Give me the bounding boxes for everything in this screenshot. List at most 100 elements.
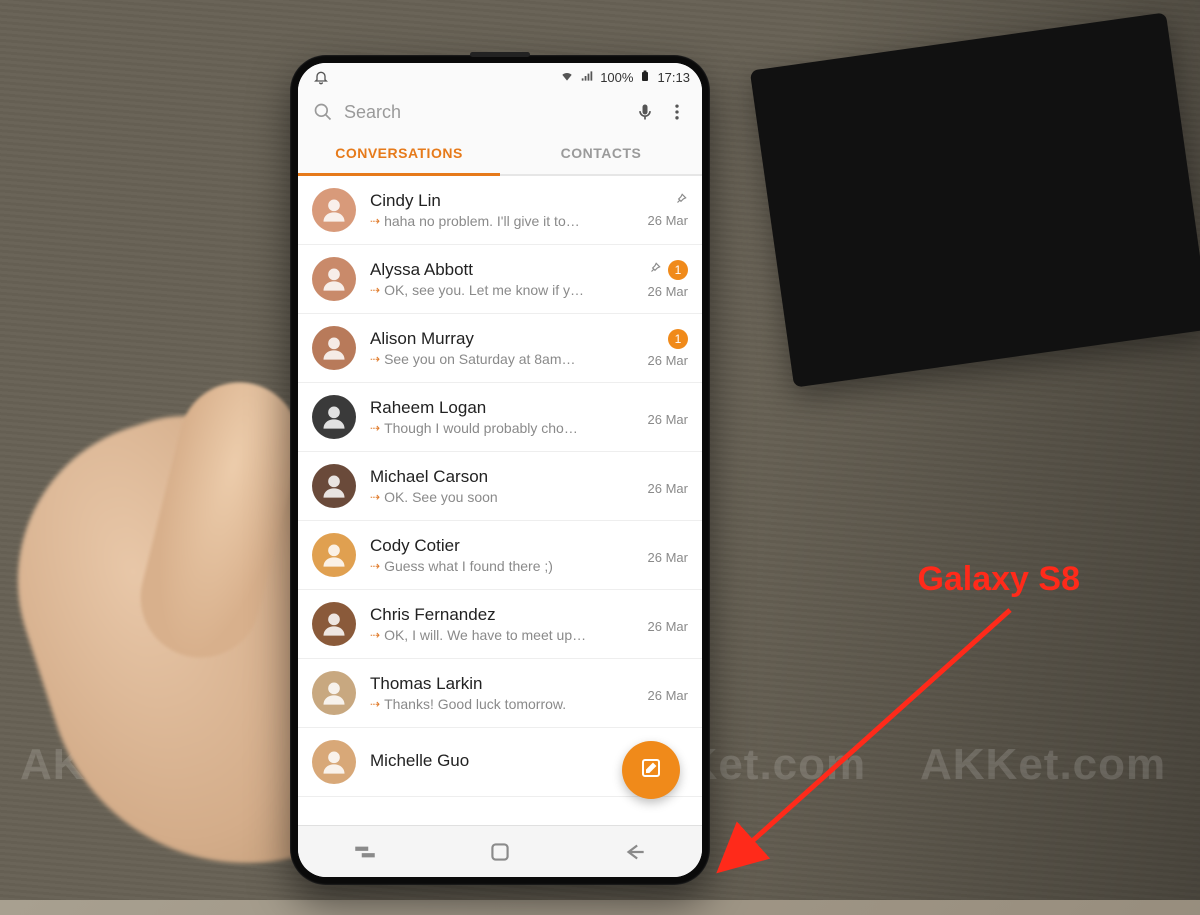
outgoing-message-icon: ⇢ — [370, 628, 380, 642]
avatar — [312, 395, 356, 439]
outgoing-message-icon: ⇢ — [370, 697, 380, 711]
avatar — [312, 533, 356, 577]
conversation-meta: 1 26 Mar — [630, 329, 688, 368]
message-date: 26 Mar — [648, 688, 688, 703]
message-preview-text: Thanks! Good luck tomorrow. — [384, 696, 566, 712]
message-date: 26 Mar — [648, 619, 688, 634]
conversation-main: Michelle Guo — [370, 751, 616, 773]
contact-name: Chris Fernandez — [370, 605, 616, 625]
conversation-row[interactable]: Thomas Larkin ⇢ Thanks! Good luck tomorrow… — [298, 659, 702, 728]
background-tablet — [750, 12, 1200, 387]
avatar — [312, 740, 356, 784]
conversation-row[interactable]: Chris Fernandez ⇢ OK, I will. We have to m… — [298, 590, 702, 659]
contact-name: Michael Carson — [370, 467, 616, 487]
wifi-icon — [560, 69, 574, 86]
phone-screen: 100% 17:13 Search CONVERSATIONS CONTA — [298, 63, 702, 877]
watermark: AKKet.com — [920, 740, 1166, 790]
message-preview: ⇢ OK, see you. Let me know if y… — [370, 282, 616, 298]
unread-badge: 1 — [668, 329, 688, 349]
message-preview: ⇢ Though I would probably cho… — [370, 420, 616, 436]
outgoing-message-icon: ⇢ — [370, 559, 380, 573]
battery-icon — [639, 69, 651, 86]
outgoing-message-icon: ⇢ — [370, 490, 380, 504]
contact-name: Cindy Lin — [370, 191, 616, 211]
conversation-row[interactable]: Michael Carson ⇢ OK. See you soon 26 Mar — [298, 452, 702, 521]
message-preview-text: OK, I will. We have to meet up… — [384, 627, 586, 643]
conversation-meta: 26 Mar — [630, 192, 688, 228]
conversation-row[interactable]: Cindy Lin ⇢ haha no problem. I'll give it … — [298, 176, 702, 245]
message-preview: ⇢ OK, I will. We have to meet up… — [370, 627, 616, 643]
conversation-main: Alyssa Abbott ⇢ OK, see you. Let me know i… — [370, 260, 616, 298]
outgoing-message-icon: ⇢ — [370, 421, 380, 435]
signal-icon — [580, 69, 594, 86]
message-date: 26 Mar — [648, 412, 688, 427]
unread-badge: 1 — [668, 260, 688, 280]
message-preview: ⇢ OK. See you soon — [370, 489, 616, 505]
message-date: 26 Mar — [648, 550, 688, 565]
phone-speaker — [470, 52, 530, 57]
phone-frame: 100% 17:13 Search CONVERSATIONS CONTA — [290, 55, 710, 885]
message-preview-text: Guess what I found there ;) — [384, 558, 553, 574]
compose-icon — [639, 756, 663, 785]
pin-icon — [648, 261, 662, 278]
tab-contacts[interactable]: CONTACTS — [500, 133, 702, 176]
contact-name: Cody Cotier — [370, 536, 616, 556]
message-date: 26 Mar — [648, 213, 688, 228]
avatar — [312, 257, 356, 301]
message-date: 26 Mar — [648, 353, 688, 368]
avatar — [312, 188, 356, 232]
search-icon — [312, 101, 334, 123]
nav-back-icon[interactable] — [622, 839, 648, 865]
conversation-row[interactable]: Cody Cotier ⇢ Guess what I found there ;) 2… — [298, 521, 702, 590]
notification-bell-icon — [310, 66, 332, 88]
nav-home-icon[interactable] — [487, 839, 513, 865]
outgoing-message-icon: ⇢ — [370, 352, 380, 366]
message-preview: ⇢ haha no problem. I'll give it to… — [370, 213, 616, 229]
conversation-row[interactable]: Raheem Logan ⇢ Though I would probably cho… — [298, 383, 702, 452]
conversation-meta: 26 Mar — [630, 546, 688, 565]
conversation-meta: 1 26 Mar — [630, 260, 688, 299]
contact-name: Raheem Logan — [370, 398, 616, 418]
message-date: 26 Mar — [648, 284, 688, 299]
conversation-main: Cindy Lin ⇢ haha no problem. I'll give it … — [370, 191, 616, 229]
outgoing-message-icon: ⇢ — [370, 283, 380, 297]
message-preview-text: See you on Saturday at 8am… — [384, 351, 575, 367]
clock-time: 17:13 — [657, 70, 690, 85]
message-preview-text: OK. See you soon — [384, 489, 498, 505]
conversation-main: Chris Fernandez ⇢ OK, I will. We have to m… — [370, 605, 616, 643]
more-options-icon[interactable] — [666, 101, 688, 123]
compose-fab[interactable] — [622, 741, 680, 799]
status-bar: 100% 17:13 — [298, 63, 702, 91]
message-preview-text: Though I would probably cho… — [384, 420, 578, 436]
conversation-meta: 26 Mar — [630, 408, 688, 427]
contact-name: Alyssa Abbott — [370, 260, 616, 280]
conversation-row[interactable]: Alison Murray⇢See you on Saturday at 8am… — [298, 314, 702, 383]
avatar — [312, 326, 356, 370]
message-preview: ⇢ Thanks! Good luck tomorrow. — [370, 696, 616, 712]
battery-percentage: 100% — [600, 70, 633, 85]
search-bar[interactable]: Search — [298, 91, 702, 133]
conversation-main: Michael Carson ⇢ OK. See you soon — [370, 467, 616, 505]
avatar — [312, 464, 356, 508]
message-preview: ⇢ Guess what I found there ;) — [370, 558, 616, 574]
contact-name: Thomas Larkin — [370, 674, 616, 694]
nav-bar — [298, 825, 702, 877]
tab-conversations[interactable]: CONVERSATIONS — [298, 133, 500, 176]
voice-search-icon[interactable] — [634, 101, 656, 123]
pin-icon — [674, 192, 688, 209]
conversation-row[interactable]: Alyssa Abbott ⇢ OK, see you. Let me know i… — [298, 245, 702, 314]
search-placeholder: Search — [344, 102, 624, 123]
avatar — [312, 602, 356, 646]
conversation-main: Alison Murray⇢See you on Saturday at 8am… — [370, 329, 616, 367]
conversation-meta: 26 Mar — [630, 615, 688, 634]
conversation-meta: 26 Mar — [630, 477, 688, 496]
message-preview-text: OK, see you. Let me know if y… — [384, 282, 584, 298]
annotation-label: Galaxy S8 — [917, 560, 1080, 599]
message-date: 26 Mar — [648, 481, 688, 496]
message-preview-text: haha no problem. I'll give it to… — [384, 213, 580, 229]
nav-recents-icon[interactable] — [352, 839, 378, 865]
conversation-list[interactable]: Cindy Lin ⇢ haha no problem. I'll give it … — [298, 176, 702, 825]
outgoing-message-icon: ⇢ — [370, 214, 380, 228]
message-preview: ⇢ See you on Saturday at 8am… — [370, 351, 616, 367]
conversation-main: Thomas Larkin ⇢ Thanks! Good luck tomorrow… — [370, 674, 616, 712]
